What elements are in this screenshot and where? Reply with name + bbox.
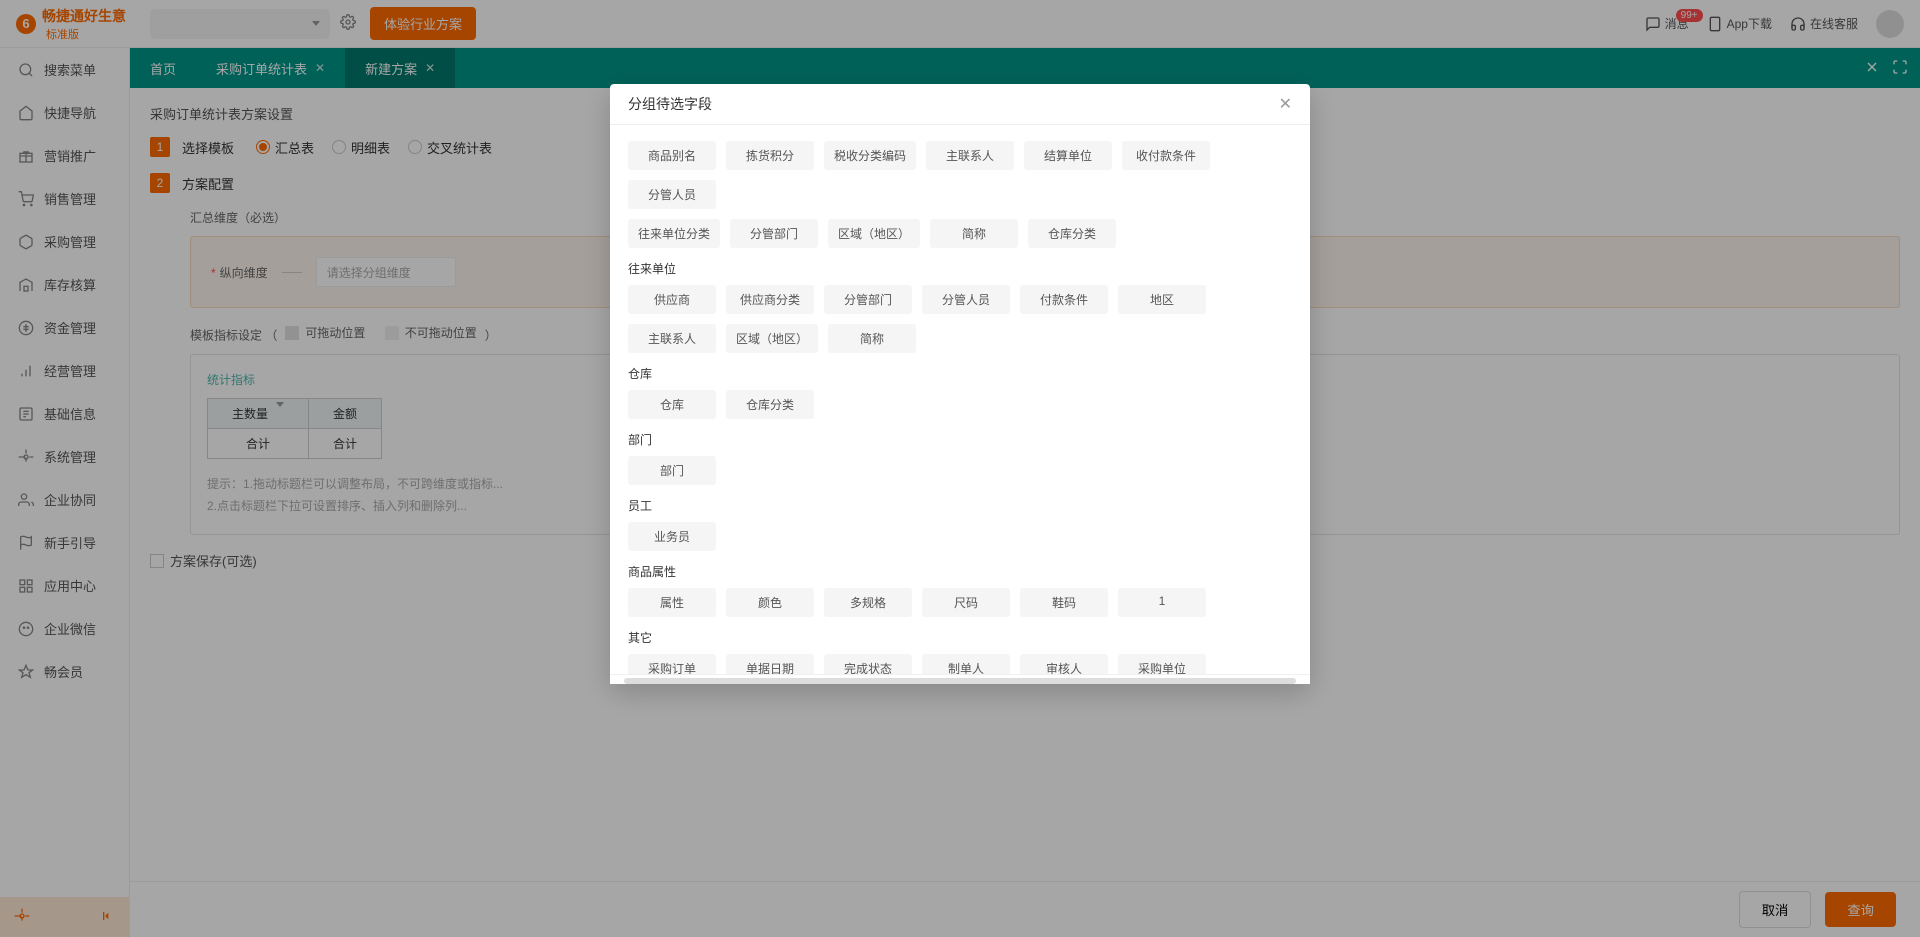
field-chip[interactable]: 鞋码 xyxy=(1020,588,1108,617)
field-chip[interactable]: 制单人 xyxy=(922,654,1010,674)
field-chip[interactable]: 分管部门 xyxy=(824,285,912,314)
field-selector-modal: 分组待选字段 ✕ 商品别名拣货积分税收分类编码主联系人结算单位收付款条件分管人员… xyxy=(610,84,1310,684)
field-chip[interactable]: 分管人员 xyxy=(922,285,1010,314)
field-chip[interactable]: 拣货积分 xyxy=(726,141,814,170)
field-chip[interactable]: 仓库 xyxy=(628,390,716,419)
field-chip[interactable]: 颜色 xyxy=(726,588,814,617)
modal-body: 商品别名拣货积分税收分类编码主联系人结算单位收付款条件分管人员往来单位分类分管部… xyxy=(610,125,1310,674)
field-chip[interactable]: 分管部门 xyxy=(730,219,818,248)
field-chip[interactable]: 仓库分类 xyxy=(726,390,814,419)
field-chip[interactable]: 简称 xyxy=(930,219,1018,248)
field-chip[interactable]: 区域（地区） xyxy=(726,324,818,353)
field-chip[interactable]: 1 xyxy=(1118,588,1206,617)
field-group-title: 仓库 xyxy=(628,365,1292,382)
field-group-title: 其它 xyxy=(628,629,1292,646)
field-group-title: 员工 xyxy=(628,497,1292,514)
field-group-title: 往来单位 xyxy=(628,260,1292,277)
field-chip[interactable]: 区域（地区） xyxy=(828,219,920,248)
field-chip[interactable]: 部门 xyxy=(628,456,716,485)
field-group-title: 部门 xyxy=(628,431,1292,448)
field-chip[interactable]: 简称 xyxy=(828,324,916,353)
field-chip[interactable]: 往来单位分类 xyxy=(628,219,720,248)
field-chip[interactable]: 商品别名 xyxy=(628,141,716,170)
modal-close-button[interactable]: ✕ xyxy=(1279,94,1292,114)
modal-title: 分组待选字段 xyxy=(628,94,712,114)
field-chip[interactable]: 付款条件 xyxy=(1020,285,1108,314)
field-chip[interactable]: 多规格 xyxy=(824,588,912,617)
field-chip[interactable]: 供应商 xyxy=(628,285,716,314)
field-chip[interactable]: 采购订单 xyxy=(628,654,716,674)
field-chip[interactable]: 地区 xyxy=(1118,285,1206,314)
field-chip[interactable]: 尺码 xyxy=(922,588,1010,617)
field-chip[interactable]: 属性 xyxy=(628,588,716,617)
field-chip[interactable]: 分管人员 xyxy=(628,180,716,209)
field-chip[interactable]: 审核人 xyxy=(1020,654,1108,674)
field-chip[interactable]: 供应商分类 xyxy=(726,285,814,314)
field-group-title: 商品属性 xyxy=(628,563,1292,580)
field-chip[interactable]: 税收分类编码 xyxy=(824,141,916,170)
field-chip[interactable]: 采购单位 xyxy=(1118,654,1206,674)
field-chip[interactable]: 收付款条件 xyxy=(1122,141,1210,170)
field-chip[interactable]: 仓库分类 xyxy=(1028,219,1116,248)
field-chip[interactable]: 主联系人 xyxy=(628,324,716,353)
field-chip[interactable]: 单据日期 xyxy=(726,654,814,674)
field-chip[interactable]: 主联系人 xyxy=(926,141,1014,170)
field-chip[interactable]: 完成状态 xyxy=(824,654,912,674)
field-chip[interactable]: 结算单位 xyxy=(1024,141,1112,170)
modal-backdrop[interactable]: 分组待选字段 ✕ 商品别名拣货积分税收分类编码主联系人结算单位收付款条件分管人员… xyxy=(0,0,1920,937)
field-chip[interactable]: 业务员 xyxy=(628,522,716,551)
modal-horizontal-scrollbar[interactable] xyxy=(610,674,1310,684)
